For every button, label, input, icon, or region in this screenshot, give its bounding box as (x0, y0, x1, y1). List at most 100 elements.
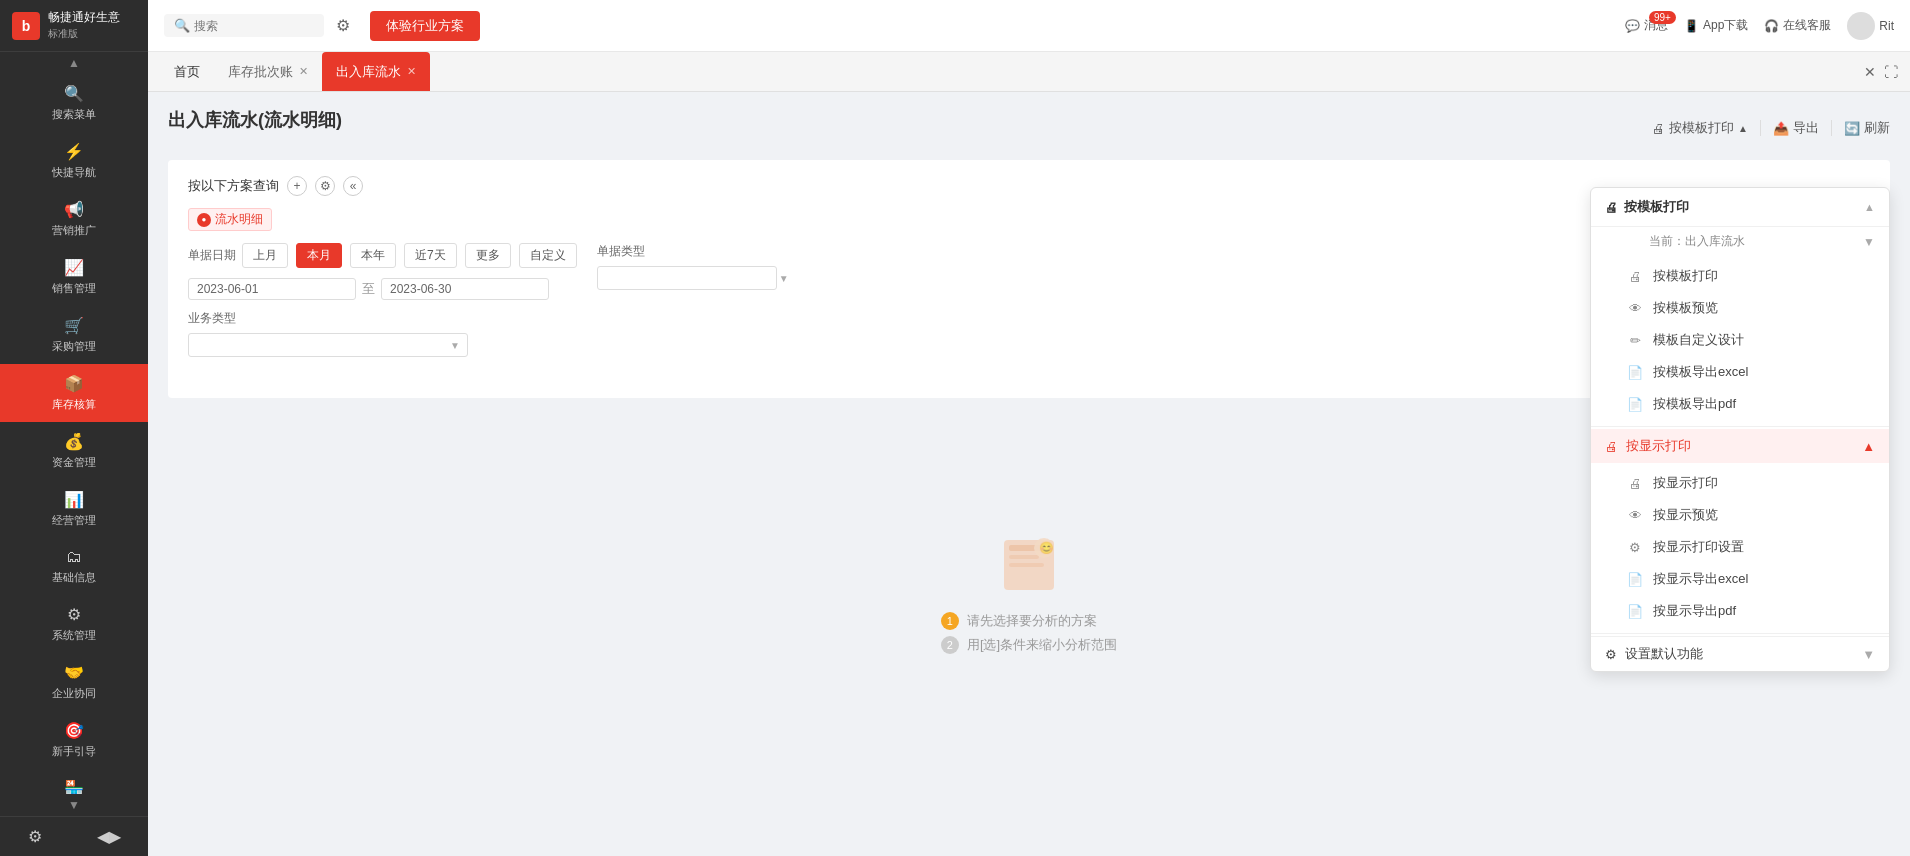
date-btn-this-month[interactable]: 本月 (296, 243, 342, 268)
filter-add-button[interactable]: + (287, 176, 307, 196)
sidebar-item-purchase[interactable]: 🛒 采购管理 (0, 306, 148, 364)
online-service-label: 在线客服 (1783, 17, 1831, 34)
dp-item-template-custom[interactable]: ✏ 模板自定义设计 (1591, 324, 1889, 356)
date-from-input[interactable] (188, 278, 356, 300)
appstore-icon: 🏪 (64, 779, 84, 794)
dp-template-section: 🖨 按模板打印 👁 按模板预览 ✏ 模板自定义设计 📄 按模板导出excel (1591, 256, 1889, 424)
tab-batch[interactable]: 库存批次账 ✕ (214, 52, 322, 91)
dp-template-excel-label: 按模板导出excel (1653, 363, 1748, 381)
refresh-icon: 🔄 (1844, 121, 1860, 136)
dp-divider (1591, 426, 1889, 427)
empty-step-2: 2 用[选]条件来缩小分析范围 (941, 636, 1117, 654)
tab-flow[interactable]: 出入库流水 ✕ (322, 52, 430, 91)
tabbar-right: ✕ ⛶ (1864, 64, 1898, 80)
sidebar-item-operations[interactable]: 📊 经营管理 (0, 480, 148, 538)
sidebar-item-basics[interactable]: 🗂 基础信息 (0, 538, 148, 595)
print-chevron-up-icon: ▲ (1738, 123, 1748, 134)
dp-header-right: ▲ (1864, 201, 1875, 213)
sidebar-item-guide[interactable]: 🎯 新手引导 (0, 711, 148, 769)
tab-batch-close[interactable]: ✕ (299, 65, 308, 78)
sidebar-item-finance[interactable]: 💰 资金管理 (0, 422, 148, 480)
dp-template-print-label: 按模板打印 (1653, 267, 1718, 285)
topbar-search-wrap[interactable]: 🔍 (164, 14, 324, 37)
date-btn-custom[interactable]: 自定义 (519, 243, 577, 268)
dp-item-template-excel[interactable]: 📄 按模板导出excel (1591, 356, 1889, 388)
window-close-button[interactable]: ✕ (1864, 64, 1876, 80)
date-to-input[interactable] (381, 278, 549, 300)
trial-button[interactable]: 体验行业方案 (370, 11, 480, 41)
sidebar-item-sales[interactable]: 📈 销售管理 (0, 248, 148, 306)
sidebar-item-inventory[interactable]: 📦 库存核算 (0, 364, 148, 422)
sidebar-item-search[interactable]: 🔍 搜索菜单 (0, 74, 148, 132)
online-service-button[interactable]: 🎧 在线客服 (1764, 17, 1831, 34)
dp-template-preview-icon: 👁 (1627, 300, 1643, 316)
print-template-button[interactable]: 🖨 按模板打印 ▲ (1652, 119, 1748, 137)
refresh-label: 刷新 (1864, 119, 1890, 137)
user-avatar-area[interactable]: Rit (1847, 12, 1894, 40)
dp-item-template-print[interactable]: 🖨 按模板打印 (1591, 260, 1889, 292)
sidebar: b 畅捷通好生意 标准版 ▲ 🔍 搜索菜单 ⚡ 快捷导航 📢 营销推广 (0, 0, 148, 856)
step2-num: 2 (941, 636, 959, 654)
inventory-icon: 📦 (64, 374, 84, 393)
dp-current-chevron: ▼ (1863, 235, 1875, 249)
filter-settings-button[interactable]: ⚙ (315, 176, 335, 196)
sidebar-item-system-label: 系统管理 (52, 628, 96, 643)
dp-template-pdf-icon: 📄 (1627, 396, 1643, 412)
topbar: 🔍 ⚙ 体验行业方案 💬 消息 99+ 📱 App下载 🎧 (148, 0, 1910, 52)
refresh-button[interactable]: 🔄 刷新 (1844, 119, 1890, 137)
sidebar-collapse-btn[interactable]: ◀▶ (97, 827, 121, 846)
dp-current-row: 当前：出入库流水 ▼ (1591, 227, 1889, 256)
btn-divider-1 (1760, 120, 1761, 136)
scroll-up-arrow: ▲ (68, 56, 80, 70)
sidebar-item-marketing[interactable]: 📢 营销推广 (0, 190, 148, 248)
dp-header: 🖨 按模板打印 ▲ (1591, 188, 1889, 227)
export-icon: 📤 (1773, 121, 1789, 136)
dp-template-preview-label: 按模板预览 (1653, 299, 1718, 317)
dp-item-display-settings[interactable]: ⚙ 按显示打印设置 (1591, 531, 1889, 563)
dp-item-display-preview[interactable]: 👁 按显示预览 (1591, 499, 1889, 531)
dp-template-pdf-label: 按模板导出pdf (1653, 395, 1736, 413)
app-download-button[interactable]: 📱 App下载 (1684, 17, 1748, 34)
dp-bottom-chevron: ▼ (1862, 647, 1875, 662)
purchase-icon: 🛒 (64, 316, 84, 335)
dp-item-display-print[interactable]: 🖨 按显示打印 (1591, 467, 1889, 499)
export-button[interactable]: 📤 导出 (1773, 119, 1819, 137)
sidebar-logo: b 畅捷通好生意 标准版 (0, 0, 148, 52)
message-button[interactable]: 💬 消息 99+ (1625, 17, 1668, 34)
biz-type-select[interactable] (188, 333, 468, 357)
type-select[interactable] (597, 266, 777, 290)
empty-step1-text: 请先选择要分析的方案 (967, 612, 1097, 630)
sidebar-item-enterprise[interactable]: 🤝 企业协同 (0, 653, 148, 711)
sales-icon: 📈 (64, 258, 84, 277)
guide-icon: 🎯 (64, 721, 84, 740)
tab-flow-close[interactable]: ✕ (407, 65, 416, 78)
dp-display-pdf-icon: 📄 (1627, 603, 1643, 619)
dp-item-template-preview[interactable]: 👁 按模板预览 (1591, 292, 1889, 324)
dp-item-display-excel[interactable]: 📄 按显示导出excel (1591, 563, 1889, 595)
sidebar-item-appstore[interactable]: 🏪 应用中心 (0, 769, 148, 794)
filter-biz-type-item: 业务类型 ▼ (188, 310, 468, 357)
search-input[interactable] (194, 19, 314, 33)
dp-display-section-icon: 🖨 (1605, 439, 1618, 454)
filter-collapse-left-button[interactable]: « (343, 176, 363, 196)
dp-item-display-pdf[interactable]: 📄 按显示导出pdf (1591, 595, 1889, 627)
dp-bottom: ⚙ 设置默认功能 ▼ (1591, 636, 1889, 671)
dp-display-section-header[interactable]: 🖨 按显示打印 ▲ (1591, 429, 1889, 463)
filter-tag-label: 流水明细 (215, 211, 263, 228)
empty-steps: 1 请先选择要分析的方案 2 用[选]条件来缩小分析范围 (941, 612, 1117, 654)
date-btn-last-month[interactable]: 上月 (242, 243, 288, 268)
operations-icon: 📊 (64, 490, 84, 509)
date-btn-this-year[interactable]: 本年 (350, 243, 396, 268)
dp-item-template-pdf[interactable]: 📄 按模板导出pdf (1591, 388, 1889, 420)
dp-default-label[interactable]: ⚙ 设置默认功能 (1605, 645, 1703, 663)
sidebar-item-enterprise-label: 企业协同 (52, 686, 96, 701)
tab-home[interactable]: 首页 (160, 52, 214, 91)
sidebar-item-system[interactable]: ⚙ 系统管理 (0, 595, 148, 653)
date-btn-7days[interactable]: 近7天 (404, 243, 457, 268)
settings-gear-button[interactable]: ⚙ (336, 16, 350, 35)
dp-display-print-label: 按显示打印 (1653, 474, 1718, 492)
window-expand-button[interactable]: ⛶ (1884, 64, 1898, 80)
sidebar-item-shortcut[interactable]: ⚡ 快捷导航 (0, 132, 148, 190)
sidebar-settings-btn[interactable]: ⚙ (28, 827, 42, 846)
date-btn-more[interactable]: 更多 (465, 243, 511, 268)
